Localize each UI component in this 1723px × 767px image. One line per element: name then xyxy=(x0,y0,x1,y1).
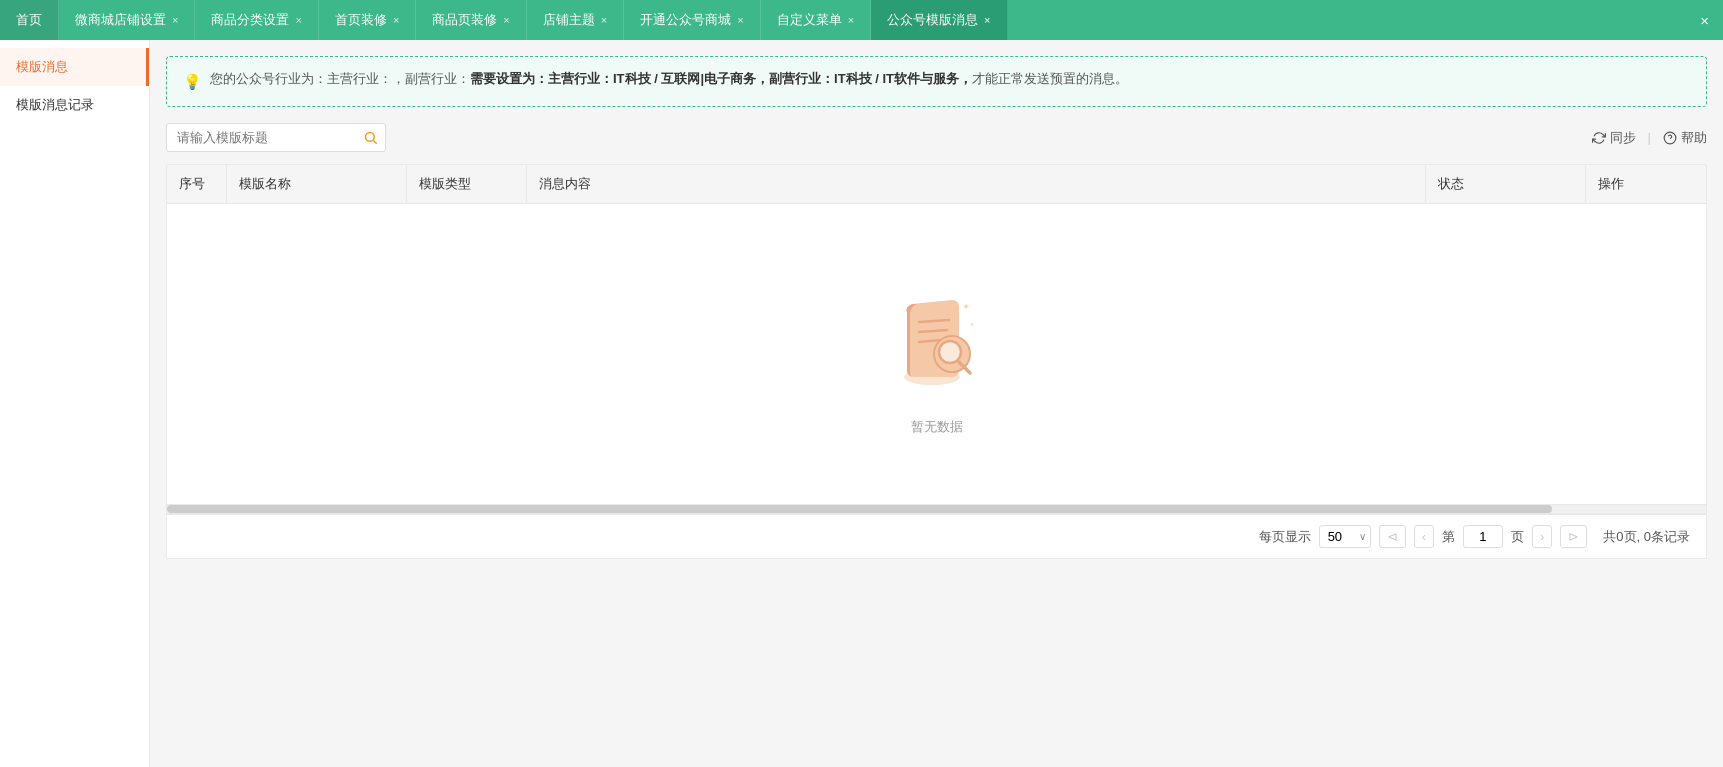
nav-item-template-msg[interactable]: 公众号模版消息× xyxy=(871,0,1007,40)
data-table: 序号模版名称模版类型消息内容状态操作 xyxy=(166,164,1707,559)
prev-page-button[interactable]: ‹ xyxy=(1414,525,1434,548)
search-input-wrapper xyxy=(166,123,386,152)
sidebar-item-template-msg[interactable]: 模版消息 xyxy=(0,48,149,86)
sidebar-item-template-msg-record[interactable]: 模版消息记录 xyxy=(0,86,149,124)
main-layout: 模版消息模版消息记录 💡 您的公众号行业为：主营行业：，副营行业：需要设置为：主… xyxy=(0,40,1723,767)
nav-item-weishop-settings[interactable]: 微商城店铺设置× xyxy=(59,0,195,40)
notice-box: 💡 您的公众号行业为：主营行业：，副营行业：需要设置为：主营行业：IT科技 / … xyxy=(166,56,1707,107)
nav-item-product-category[interactable]: 商品分类设置× xyxy=(195,0,318,40)
col-header-type: 模版类型 xyxy=(407,165,527,203)
nav-close-homepage-decor[interactable]: × xyxy=(393,14,399,26)
nav-close-custom-menu[interactable]: × xyxy=(848,14,854,26)
svg-text:✦: ✦ xyxy=(962,301,970,312)
nav-item-homepage-decor[interactable]: 首页装修× xyxy=(319,0,416,40)
nav-close-product-decor[interactable]: × xyxy=(503,14,509,26)
empty-illustration: ✦ ✦ xyxy=(877,282,997,402)
search-bar: 同步 | 帮助 xyxy=(166,123,1707,152)
pagination: 每页显示 102050100 ⊲ ‹ 第 页 › ⊳ 共0页, 0条记录 xyxy=(167,514,1706,558)
scrollbar-thumb[interactable] xyxy=(167,505,1552,513)
notice-highlight: 需要设置为：主营行业：IT科技 / 互联网|电子商务，副营行业：IT科技 / I… xyxy=(470,71,972,86)
col-header-content: 消息内容 xyxy=(527,165,1426,203)
search-input[interactable] xyxy=(166,123,386,152)
col-header-name: 模版名称 xyxy=(227,165,407,203)
page-size-label: 每页显示 xyxy=(1259,528,1311,546)
help-button[interactable]: 帮助 xyxy=(1663,129,1707,147)
nav-item-shop-theme[interactable]: 店铺主题× xyxy=(527,0,624,40)
global-close-button[interactable]: × xyxy=(1686,0,1723,40)
help-icon xyxy=(1663,131,1677,145)
next-page-button[interactable]: › xyxy=(1532,525,1552,548)
divider: | xyxy=(1648,130,1651,145)
search-icon xyxy=(363,130,378,145)
col-header-seq: 序号 xyxy=(167,165,227,203)
nav-close-product-category[interactable]: × xyxy=(295,14,301,26)
page-size-select-wrapper: 102050100 xyxy=(1319,525,1371,548)
current-page-input[interactable] xyxy=(1463,525,1503,548)
notice-text: 您的公众号行业为：主营行业：，副营行业：需要设置为：主营行业：IT科技 / 互联… xyxy=(210,69,1128,90)
nav-item-open-mall[interactable]: 开通公众号商城× xyxy=(624,0,760,40)
nav-item-product-decor[interactable]: 商品页装修× xyxy=(416,0,526,40)
nav-close-weishop-settings[interactable]: × xyxy=(172,14,178,26)
content-area: 💡 您的公众号行业为：主营行业：，副营行业：需要设置为：主营行业：IT科技 / … xyxy=(150,40,1723,767)
table-header: 序号模版名称模版类型消息内容状态操作 xyxy=(167,165,1706,204)
nav-close-open-mall[interactable]: × xyxy=(737,14,743,26)
col-header-actions: 操作 xyxy=(1586,165,1706,203)
svg-point-0 xyxy=(366,133,375,142)
page-word2: 页 xyxy=(1511,528,1524,546)
search-button[interactable] xyxy=(363,130,378,145)
page-word: 第 xyxy=(1442,528,1455,546)
nav-close-template-msg[interactable]: × xyxy=(984,14,990,26)
svg-line-1 xyxy=(373,140,376,143)
search-left xyxy=(166,123,386,152)
page-size-select[interactable]: 102050100 xyxy=(1319,525,1371,548)
nav-close-shop-theme[interactable]: × xyxy=(601,14,607,26)
empty-state: ✦ ✦ 暂无数据 xyxy=(877,242,997,466)
table-body: ✦ ✦ 暂无数据 xyxy=(167,204,1706,504)
horizontal-scrollbar[interactable] xyxy=(167,504,1706,514)
sidebar: 模版消息模版消息记录 xyxy=(0,40,150,767)
sync-label: 同步 xyxy=(1610,129,1636,147)
first-page-button[interactable]: ⊲ xyxy=(1379,525,1406,548)
col-header-status: 状态 xyxy=(1426,165,1586,203)
notice-icon: 💡 xyxy=(183,70,202,94)
last-page-button[interactable]: ⊳ xyxy=(1560,525,1587,548)
total-info: 共0页, 0条记录 xyxy=(1603,528,1690,546)
svg-text:✦: ✦ xyxy=(969,321,975,328)
empty-text: 暂无数据 xyxy=(911,418,963,436)
sync-icon xyxy=(1592,131,1606,145)
top-nav: 首页微商城店铺设置×商品分类设置×首页装修×商品页装修×店铺主题×开通公众号商城… xyxy=(0,0,1723,40)
sync-button[interactable]: 同步 xyxy=(1592,129,1636,147)
help-label: 帮助 xyxy=(1681,129,1707,147)
nav-item-home[interactable]: 首页 xyxy=(0,0,59,40)
nav-item-custom-menu[interactable]: 自定义菜单× xyxy=(761,0,871,40)
search-right: 同步 | 帮助 xyxy=(1592,129,1707,147)
